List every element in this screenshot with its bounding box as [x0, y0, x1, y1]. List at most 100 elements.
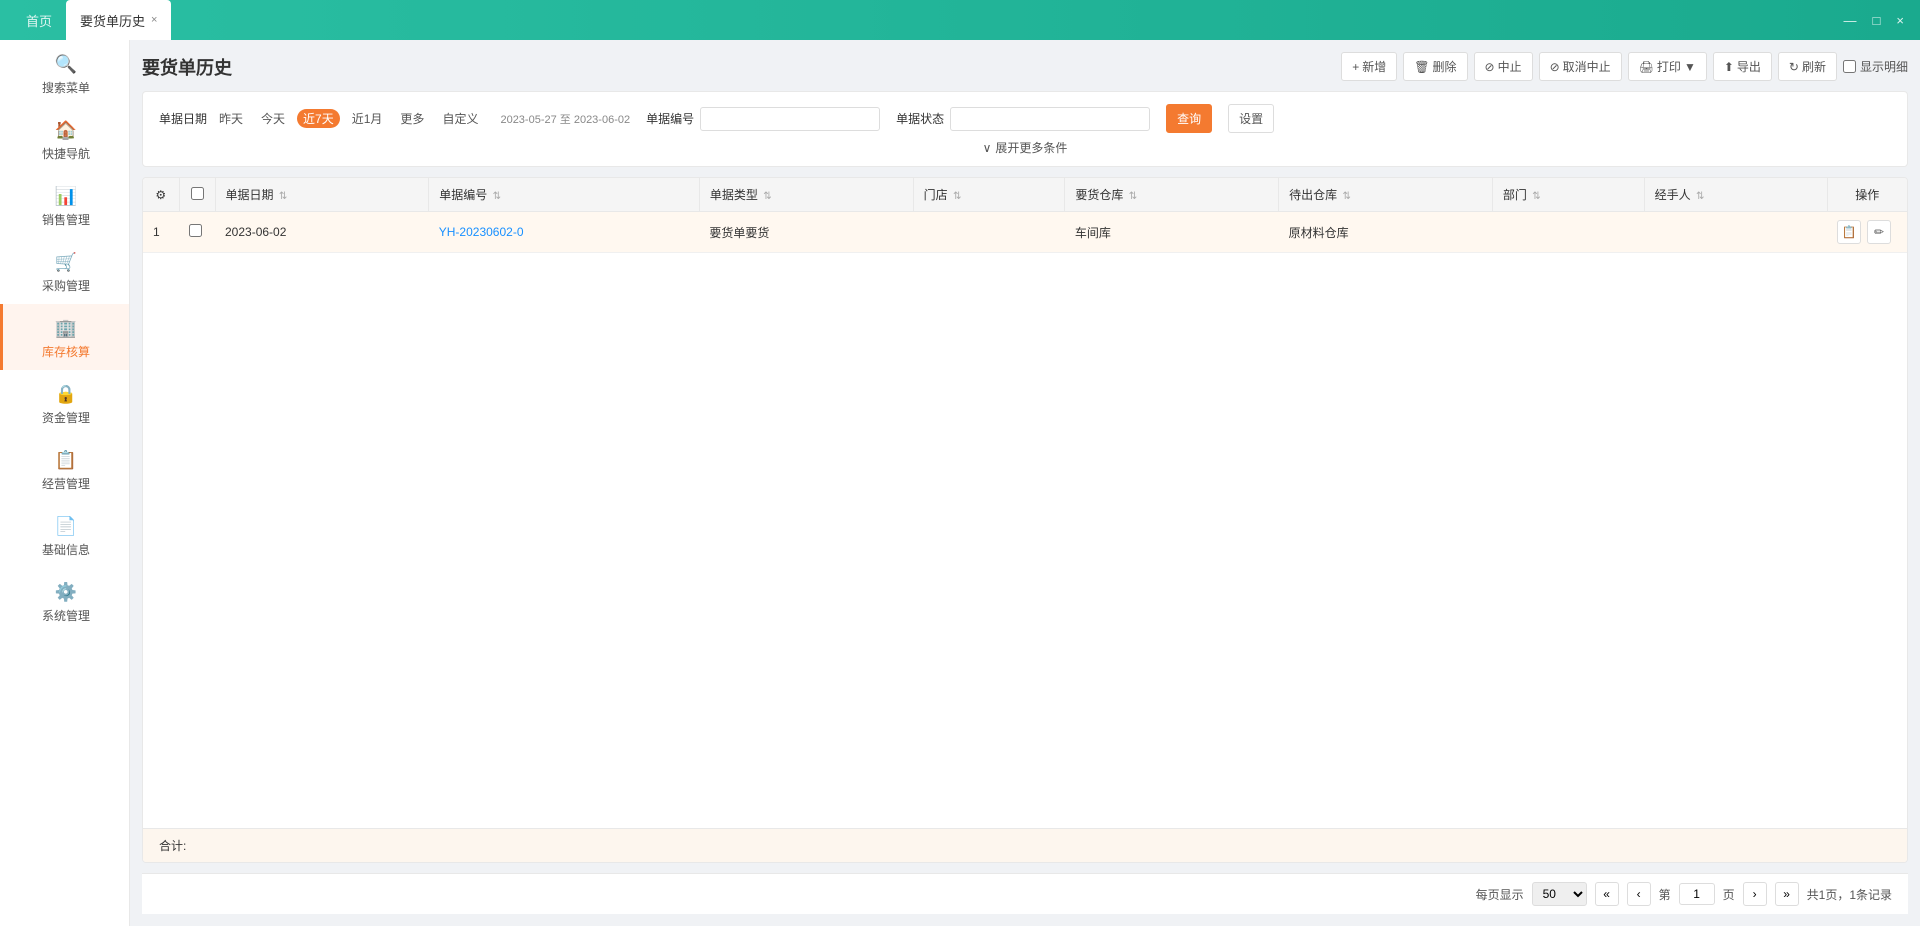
th-settings[interactable]: ⚙ — [143, 178, 179, 212]
minimize-button[interactable]: — — [1840, 11, 1861, 30]
cancel-stop-icon: ⊘ — [1550, 60, 1560, 74]
basic-info-icon: 📄 — [55, 516, 77, 537]
refresh-icon: ↻ — [1789, 60, 1799, 74]
ops-mgmt-icon: 📋 — [55, 450, 77, 471]
sort-doc-date-icon[interactable]: ⇅ — [279, 191, 287, 202]
sidebar-item-search-menu[interactable]: 🔍 搜索菜单 — [0, 40, 129, 106]
sidebar-item-quick-nav[interactable]: 🏠 快捷导航 — [0, 106, 129, 172]
top-bar: 首页 要货单历史 × — □ × — [0, 0, 1920, 40]
row-doc-type: 要货单要货 — [699, 212, 913, 253]
finance-mgmt-icon: 🔒 — [55, 384, 77, 405]
th-doc-date: 单据日期 ⇅ — [215, 178, 429, 212]
sort-req-warehouse-icon[interactable]: ⇅ — [1129, 191, 1137, 202]
first-page-button[interactable]: « — [1595, 882, 1619, 906]
table-header-row: ⚙ 单据日期 ⇅ 单据编号 ⇅ 单据类型 ⇅ — [143, 178, 1907, 212]
last-page-button[interactable]: » — [1775, 882, 1799, 906]
tab-close-icon[interactable]: × — [151, 14, 157, 26]
display-detail-toggle[interactable]: 显示明细 — [1843, 58, 1908, 75]
next-page-button[interactable]: › — [1743, 882, 1767, 906]
date-shortcuts: 昨天 今天 近7天 近1月 更多 自定义 — [213, 109, 484, 128]
th-department: 部门 ⇅ — [1492, 178, 1644, 212]
doc-number-label: 单据编号 — [646, 110, 694, 127]
close-window-button[interactable]: × — [1892, 11, 1908, 30]
last1month-shortcut[interactable]: 近1月 — [346, 109, 389, 128]
th-doc-number: 单据编号 ⇅ — [429, 178, 700, 212]
sidebar-item-basic-info[interactable]: 📄 基础信息 — [0, 502, 129, 568]
delete-button[interactable]: 🗑 删除 — [1403, 52, 1467, 81]
more-shortcut[interactable]: 更多 — [394, 109, 430, 128]
row-check[interactable] — [179, 212, 215, 253]
prev-page-button[interactable]: ‹ — [1627, 882, 1651, 906]
cancel-stop-button[interactable]: ⊘ 取消中止 — [1539, 52, 1622, 81]
page-number-input[interactable] — [1679, 883, 1715, 905]
refresh-button[interactable]: ↻ 刷新 — [1778, 52, 1837, 81]
table-container: ⚙ 单据日期 ⇅ 单据编号 ⇅ 单据类型 ⇅ — [142, 177, 1908, 863]
main-layout: 🔍 搜索菜单 🏠 快捷导航 📊 销售管理 🛒 采购管理 🏢 库存核算 🔒 资金管… — [0, 40, 1920, 926]
doc-number-input[interactable] — [700, 107, 880, 131]
export-button[interactable]: ⬆ 导出 — [1713, 52, 1772, 81]
page-header: 要货单历史 + 新增 🗑 删除 ⊘ 中止 ⊘ 取消中止 — [142, 52, 1908, 81]
sidebar-item-ops-mgmt[interactable]: 📋 经营管理 — [0, 436, 129, 502]
new-icon: + — [1352, 60, 1359, 74]
data-table: ⚙ 单据日期 ⇅ 单据编号 ⇅ 单据类型 ⇅ — [143, 178, 1907, 253]
search-menu-icon: 🔍 — [55, 54, 77, 75]
query-button[interactable]: 查询 — [1166, 104, 1212, 133]
sort-doc-number-icon[interactable]: ⇅ — [493, 191, 501, 202]
filter-row-1: 单据日期 昨天 今天 近7天 近1月 更多 自定义 2023-05-27 至 2… — [159, 104, 1891, 133]
last7days-shortcut[interactable]: 近7天 — [297, 109, 340, 128]
print-dropdown-icon: ▼ — [1684, 60, 1696, 74]
row-store — [913, 212, 1065, 253]
window-controls: — □ × — [1840, 11, 1908, 30]
row-doc-number: YH-20230602-0 — [429, 212, 700, 253]
sort-store-icon[interactable]: ⇅ — [953, 191, 961, 202]
row-edit-button[interactable]: ✏ — [1867, 220, 1891, 244]
today-shortcut[interactable]: 今天 — [255, 109, 291, 128]
th-actions: 操作 — [1827, 178, 1907, 212]
pagination-summary: 共1页，1条记录 — [1807, 886, 1892, 903]
sort-doc-type-icon[interactable]: ⇅ — [763, 191, 771, 202]
page-size-label: 每页显示 — [1476, 886, 1524, 903]
sort-handler-icon[interactable]: ⇅ — [1696, 191, 1704, 202]
sidebar-item-inventory-calc[interactable]: 🏢 库存核算 — [0, 304, 129, 370]
new-button[interactable]: + 新增 — [1341, 52, 1397, 81]
page-title: 要货单历史 — [142, 54, 232, 80]
page-label-first: 第 — [1659, 886, 1671, 903]
sidebar-item-system-mgmt[interactable]: ⚙️ 系统管理 — [0, 568, 129, 634]
stop-button[interactable]: ⊘ 中止 — [1474, 52, 1533, 81]
row-index: 1 — [143, 212, 179, 253]
system-mgmt-icon: ⚙️ — [55, 582, 77, 603]
tab-home[interactable]: 首页 — [12, 0, 66, 40]
page-size-select[interactable]: 50 10 20 100 — [1532, 882, 1587, 906]
maximize-button[interactable]: □ — [1869, 11, 1885, 30]
sidebar: 🔍 搜索菜单 🏠 快捷导航 📊 销售管理 🛒 采购管理 🏢 库存核算 🔒 资金管… — [0, 40, 130, 926]
sales-mgmt-icon: 📊 — [55, 186, 77, 207]
doc-number-link[interactable]: YH-20230602-0 — [439, 225, 524, 239]
row-doc-date: 2023-06-02 — [215, 212, 429, 253]
select-all-checkbox[interactable] — [191, 187, 204, 200]
date-range-text: 2023-05-27 至 2023-06-02 — [500, 111, 630, 127]
expand-more-button[interactable]: ∨ 展开更多条件 — [159, 133, 1891, 158]
sidebar-item-purchase-mgmt[interactable]: 🛒 采购管理 — [0, 238, 129, 304]
row-checkbox[interactable] — [189, 224, 202, 237]
sort-department-icon[interactable]: ⇅ — [1532, 191, 1540, 202]
th-check[interactable] — [179, 178, 215, 212]
yesterday-shortcut[interactable]: 昨天 — [213, 109, 249, 128]
date-filter: 单据日期 昨天 今天 近7天 近1月 更多 自定义 — [159, 109, 484, 128]
doc-status-select[interactable] — [950, 107, 1150, 131]
th-store: 门店 ⇅ — [913, 178, 1065, 212]
th-handler: 经手人 ⇅ — [1644, 178, 1827, 212]
page-label-last: 页 — [1723, 886, 1735, 903]
row-view-button[interactable]: 📋 — [1837, 220, 1861, 244]
sort-pending-warehouse-icon[interactable]: ⇅ — [1342, 191, 1350, 202]
print-button[interactable]: 🖨 打印 ▼ — [1628, 52, 1707, 81]
settings-button[interactable]: 设置 — [1228, 104, 1274, 133]
display-detail-checkbox[interactable] — [1843, 60, 1856, 73]
sidebar-item-sales-mgmt[interactable]: 📊 销售管理 — [0, 172, 129, 238]
th-pending-warehouse: 待出仓库 ⇅ — [1279, 178, 1493, 212]
custom-shortcut[interactable]: 自定义 — [436, 109, 484, 128]
tab-requisition-history[interactable]: 要货单历史 × — [66, 0, 171, 40]
sidebar-item-finance-mgmt[interactable]: 🔒 资金管理 — [0, 370, 129, 436]
th-doc-type: 单据类型 ⇅ — [699, 178, 913, 212]
purchase-mgmt-icon: 🛒 — [55, 252, 77, 273]
doc-status-label: 单据状态 — [896, 110, 944, 127]
